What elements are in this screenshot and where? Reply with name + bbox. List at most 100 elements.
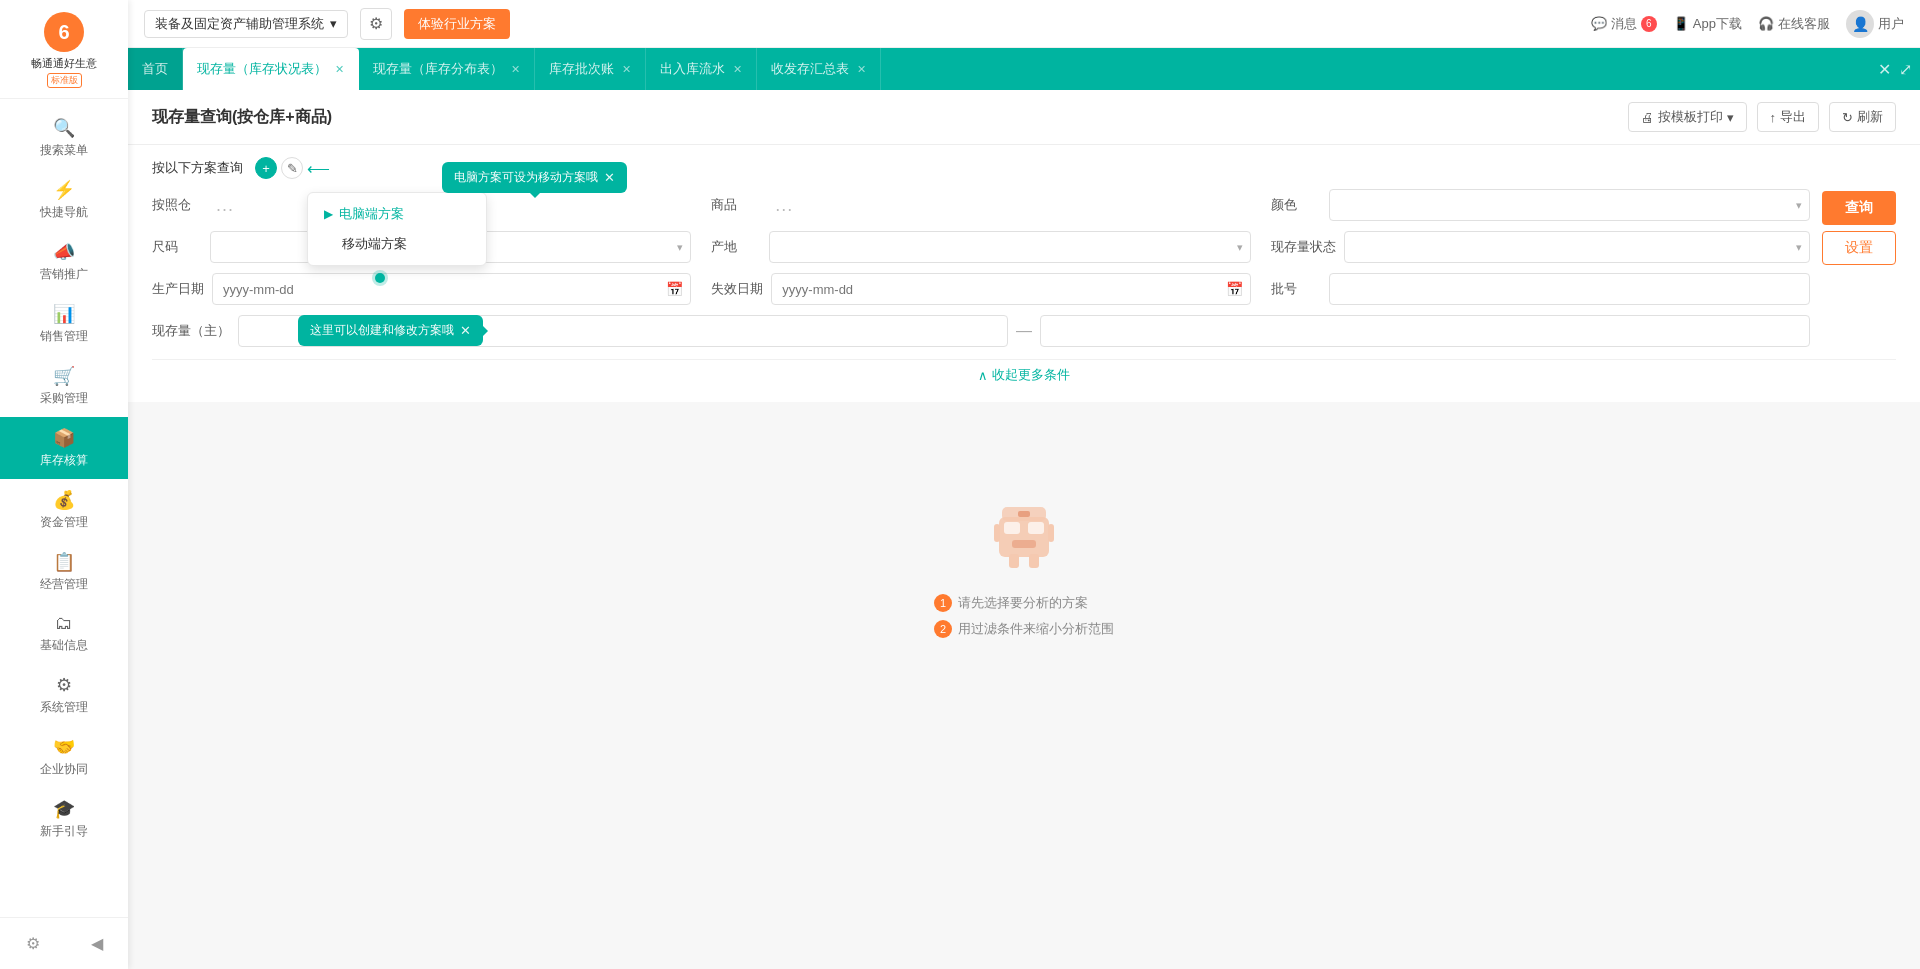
industry-btn[interactable]: 体验行业方案	[404, 9, 510, 39]
prod-date-input[interactable]	[212, 273, 691, 305]
sidebar-item-label-guide: 新手引导	[40, 823, 88, 840]
main-area: 装备及固定资产辅助管理系统 ▾ ⚙ 体验行业方案 💬 消息 6 📱 App下载 …	[128, 0, 1920, 969]
sidebar-item-label-system: 系统管理	[40, 699, 88, 716]
expand-tabs-btn[interactable]: ⤢	[1899, 60, 1912, 79]
tab-in-out-flow[interactable]: 出入库流水 ✕	[646, 48, 757, 90]
print-label: 按模板打印	[1658, 108, 1723, 126]
sidebar-item-enterprise[interactable]: 🤝 企业协同	[0, 726, 128, 788]
sidebar-item-label-sales: 销售管理	[40, 328, 88, 345]
filter-stock-status: 现存量状态 ▾	[1271, 231, 1810, 263]
tab-receive-send-close[interactable]: ✕	[857, 63, 866, 76]
settings-bottom-btn[interactable]: ⚙	[20, 928, 46, 959]
tab-batch-ledger[interactable]: 库存批次账 ✕	[535, 48, 646, 90]
create-scheme-tooltip-close[interactable]: ✕	[460, 323, 471, 338]
message-icon: 💬	[1591, 16, 1607, 31]
settings-btn[interactable]: ⚙	[360, 8, 392, 40]
header-right: 💬 消息 6 📱 App下载 🎧 在线客服 👤 用户	[1591, 10, 1904, 38]
stock-status-select[interactable]	[1344, 231, 1810, 263]
sidebar-item-guide[interactable]: 🎓 新手引导	[0, 788, 128, 850]
tab-bar-end: ✕ ⤢	[1870, 48, 1920, 90]
filter-row3: 生产日期 📅 失效日期 📅	[152, 273, 1810, 305]
collapse-label: 收起更多条件	[992, 366, 1070, 384]
goods-dots[interactable]: ...	[769, 195, 799, 216]
tab-bar: 首页 现存量（库存状况表） ✕ 现存量（库存分布表） ✕ 库存批次账 ✕ 出入库…	[128, 48, 1920, 90]
tab-inventory-dist[interactable]: 现存量（库存分布表） ✕	[359, 48, 535, 90]
quick-icon: ⚡	[53, 179, 75, 201]
logo-area: 6 畅通通好生意 标准版	[0, 0, 128, 99]
sidebar-item-basic[interactable]: 🗂 基础信息	[0, 603, 128, 664]
sidebar-item-label-basic: 基础信息	[40, 637, 88, 654]
tab-inventory-status-close[interactable]: ✕	[335, 63, 344, 76]
filter-area: 按以下方案查询 + ✎ ⟵ 电脑方案可设为移动方案哦 ✕ ▶ 电脑端方案	[128, 145, 1920, 402]
notifications-btn[interactable]: 💬 消息 6	[1591, 15, 1657, 33]
tab-home[interactable]: 首页	[128, 48, 183, 90]
indicator-dot	[375, 273, 385, 283]
stock-status-label: 现存量状态	[1271, 238, 1336, 256]
batch-no-input[interactable]	[1329, 273, 1810, 305]
refresh-btn[interactable]: ↻ 刷新	[1829, 102, 1896, 132]
batch-no-label: 批号	[1271, 280, 1321, 298]
system-name: 装备及固定资产辅助管理系统	[155, 15, 324, 33]
chevron-down-icon2: ▾	[1727, 110, 1734, 125]
sidebar-item-system[interactable]: ⚙ 系统管理	[0, 664, 128, 726]
expiry-date-input[interactable]	[771, 273, 1250, 305]
sidebar-nav: 🔍 搜索菜单 ⚡ 快捷导航 📣 营销推广 📊 销售管理 🛒 采购管理 📦 库存核…	[0, 99, 128, 917]
collapse-filter-btn[interactable]: ∧ 收起更多条件	[152, 359, 1896, 390]
collapse-sidebar-btn[interactable]: ◀	[85, 928, 109, 959]
tab-inventory-dist-close[interactable]: ✕	[511, 63, 520, 76]
top-header: 装备及固定资产辅助管理系统 ▾ ⚙ 体验行业方案 💬 消息 6 📱 App下载 …	[128, 0, 1920, 48]
prod-date-label: 生产日期	[152, 280, 204, 298]
sidebar-item-sales[interactable]: 📊 销售管理	[0, 293, 128, 355]
app-download-btn[interactable]: 📱 App下载	[1673, 15, 1742, 33]
close-all-tabs-btn[interactable]: ✕	[1878, 60, 1891, 79]
chevron-down-icon: ▾	[330, 16, 337, 31]
sidebar-item-quick[interactable]: ⚡ 快捷导航	[0, 169, 128, 231]
scheme-panel: ▶ 电脑端方案 移动端方案	[307, 192, 487, 266]
avatar: 👤	[1846, 10, 1874, 38]
tab-in-out-flow-close[interactable]: ✕	[733, 63, 742, 76]
query-btn[interactable]: 查询	[1822, 191, 1896, 225]
content-area: 现存量查询(按仓库+商品) 🖨 按模板打印 ▾ ↑ 导出 ↻ 刷新	[128, 90, 1920, 969]
sidebar-item-label-quick: 快捷导航	[40, 204, 88, 221]
warehouse-dots[interactable]: ...	[210, 195, 240, 216]
empty-text-area: 1 请先选择要分析的方案 2 用过滤条件来缩小分析范围	[934, 594, 1114, 638]
logo-icon: 6	[44, 12, 84, 52]
sidebar-item-operation[interactable]: 📋 经营管理	[0, 541, 128, 603]
export-btn[interactable]: ↑ 导出	[1757, 102, 1820, 132]
stock-main-max-input[interactable]	[1040, 315, 1810, 347]
step2-text: 用过滤条件来缩小分析范围	[958, 620, 1114, 638]
sidebar-item-marketing[interactable]: 📣 营销推广	[0, 231, 128, 293]
edit-scheme-btn[interactable]: ✎	[281, 157, 303, 179]
sidebar-item-inventory[interactable]: 📦 库存核算	[0, 417, 128, 479]
sidebar-item-finance[interactable]: 💰 资金管理	[0, 479, 128, 541]
scheme-item-mobile[interactable]: 移动端方案	[308, 229, 486, 259]
pc-scheme-tooltip-close[interactable]: ✕	[604, 170, 615, 185]
add-scheme-btn[interactable]: +	[255, 157, 277, 179]
filter-scheme-row: 按以下方案查询 + ✎ ⟵ 电脑方案可设为移动方案哦 ✕ ▶ 电脑端方案	[152, 157, 1896, 179]
user-btn[interactable]: 👤 用户	[1846, 10, 1904, 38]
color-select[interactable]	[1329, 189, 1810, 221]
online-service-btn[interactable]: 🎧 在线客服	[1758, 15, 1830, 33]
sidebar-item-search[interactable]: 🔍 搜索菜单	[0, 107, 128, 169]
svg-rect-6	[1009, 554, 1019, 568]
scheme-item-pc[interactable]: ▶ 电脑端方案	[308, 199, 486, 229]
sidebar-item-label-inventory: 库存核算	[40, 452, 88, 469]
origin-select[interactable]	[769, 231, 1250, 263]
tab-receive-send[interactable]: 收发存汇总表 ✕	[757, 48, 881, 90]
empty-step2: 2 用过滤条件来缩小分析范围	[934, 620, 1114, 638]
tab-home-label: 首页	[142, 60, 168, 78]
notifications-badge: 6	[1641, 16, 1657, 32]
tab-inventory-status-label: 现存量（库存状况表）	[197, 60, 327, 78]
size-label: 尺码	[152, 238, 202, 256]
pc-scheme-tooltip-text: 电脑方案可设为移动方案哦	[454, 169, 598, 186]
header-left: 装备及固定资产辅助管理系统 ▾ ⚙ 体验行业方案	[144, 8, 510, 40]
back-arrow-btn[interactable]: ⟵	[307, 159, 330, 178]
tab-inventory-status[interactable]: 现存量（库存状况表） ✕	[183, 48, 359, 90]
color-select-wrap: ▾	[1329, 189, 1810, 221]
reset-btn[interactable]: 设置	[1822, 231, 1896, 265]
tab-batch-ledger-close[interactable]: ✕	[622, 63, 631, 76]
print-btn[interactable]: 🖨 按模板打印 ▾	[1628, 102, 1747, 132]
system-selector[interactable]: 装备及固定资产辅助管理系统 ▾	[144, 10, 348, 38]
sidebar-item-purchase[interactable]: 🛒 采购管理	[0, 355, 128, 417]
logo-text: 畅通通好生意	[31, 56, 97, 71]
